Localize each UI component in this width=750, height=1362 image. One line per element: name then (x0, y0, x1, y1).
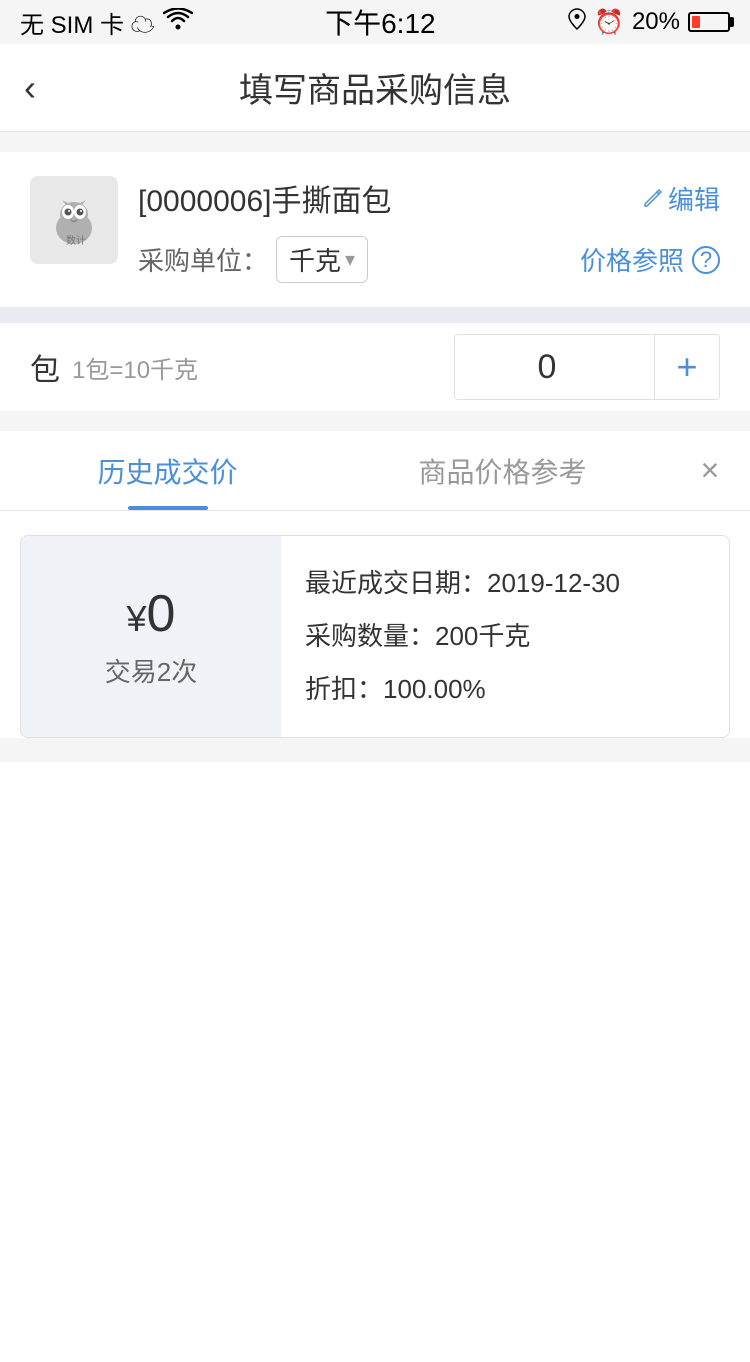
sim-status: 无 SIM 卡 ☁ (20, 5, 155, 40)
tab-section: 历史成交价 商品价格参考 × ¥0 交易2次 最近成交日期：2019-12-30… (0, 431, 750, 738)
purchase-qty-row: 采购数量：200千克 (305, 617, 705, 656)
section-divider (0, 307, 750, 323)
price-reference-button[interactable]: 价格参照 ? (580, 241, 720, 278)
history-price-card: ¥0 交易2次 最近成交日期：2019-12-30 采购数量：200千克 折扣：… (20, 535, 730, 738)
page-title: 填写商品采购信息 (239, 63, 511, 112)
status-right: ⏰ 20% (568, 8, 730, 37)
product-thumbnail: 数计 (30, 176, 118, 264)
product-name: [0000006]手撕面包 (138, 176, 391, 220)
product-info: [0000006]手撕面包 编辑 采购单位： 千克 ▾ 价格参照 ? (138, 176, 720, 283)
tab-active-indicator (128, 506, 208, 510)
product-card: 数计 [0000006]手撕面包 编辑 采购单位： 千克 ▾ (0, 152, 750, 307)
unit-badge: 包 (30, 345, 60, 389)
wifi-icon (163, 8, 193, 37)
status-left: 无 SIM 卡 ☁ (20, 5, 193, 40)
history-price-right: 最近成交日期：2019-12-30 采购数量：200千克 折扣：100.00% (281, 536, 729, 737)
tab-product-price-reference[interactable]: 商品价格参考 (335, 431, 670, 510)
unit-label: 采购单位： 千克 ▾ (138, 236, 368, 283)
bottom-area (0, 762, 750, 1362)
discount-row: 折扣：100.00% (305, 670, 705, 709)
battery-icon (688, 12, 730, 32)
tab-history-price[interactable]: 历史成交价 (0, 431, 335, 510)
tab-close-button[interactable]: × (670, 452, 750, 489)
quantity-label: 包 1包=10千克 (30, 345, 198, 389)
tab-header: 历史成交价 商品价格参考 × (0, 431, 750, 511)
history-transaction-count: 交易2次 (105, 652, 197, 689)
status-time: 下午6:12 (325, 2, 436, 42)
recent-date-row: 最近成交日期：2019-12-30 (305, 564, 705, 603)
history-price-left: ¥0 交易2次 (21, 536, 281, 737)
quantity-row: 包 1包=10千克 + (0, 323, 750, 411)
status-bar: 无 SIM 卡 ☁ 下午6:12 ⏰ 20% (0, 0, 750, 44)
alarm-icon: ⏰ (594, 8, 624, 37)
battery-percentage: 20% (632, 8, 680, 36)
quantity-input[interactable] (455, 335, 655, 399)
help-icon: ? (692, 246, 720, 274)
history-price-value: ¥0 (127, 584, 176, 644)
dropdown-icon: ▾ (345, 247, 355, 272)
location-icon (568, 8, 586, 37)
quantity-input-group: + (454, 334, 720, 400)
unit-select[interactable]: 千克 ▾ (276, 236, 368, 283)
unit-conversion: 1包=10千克 (72, 350, 198, 385)
quantity-plus-button[interactable]: + (655, 335, 719, 399)
svg-text:数计: 数计 (66, 234, 86, 247)
nav-bar: ‹ 填写商品采购信息 (0, 44, 750, 132)
back-button[interactable]: ‹ (24, 67, 36, 109)
edit-button[interactable]: 编辑 (642, 180, 720, 217)
